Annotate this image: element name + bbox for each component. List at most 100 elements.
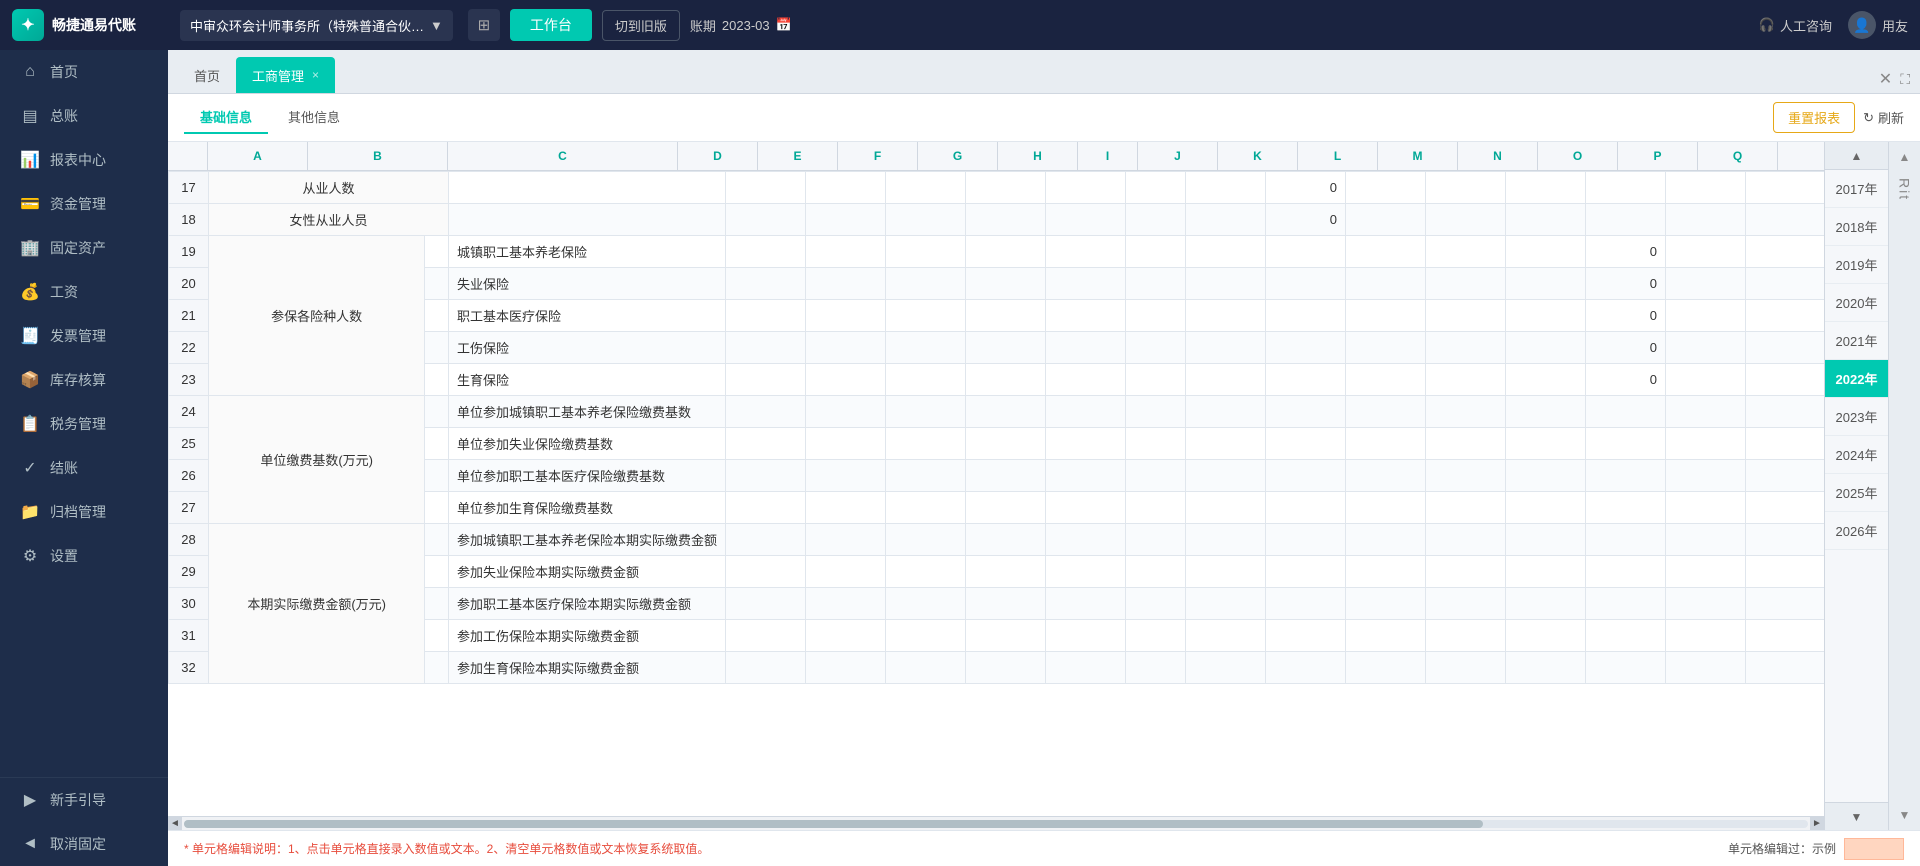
cell-29-l[interactable] [1346,556,1426,588]
cell-25-n[interactable] [1506,428,1586,460]
cell-23-i[interactable] [1126,364,1186,396]
cell-17-ab[interactable]: 从业人数 [209,172,449,204]
year-item-2026[interactable]: 2026年 [1825,512,1888,550]
cell-30-e[interactable] [806,588,886,620]
cell-23-o[interactable]: 0 [1586,364,1666,396]
cell-24-n[interactable] [1506,396,1586,428]
cell-25-p[interactable] [1666,428,1746,460]
cell-21-c[interactable]: 职工基本医疗保险 [449,300,726,332]
cell-26-m[interactable] [1426,460,1506,492]
cell-17-c[interactable] [449,172,726,204]
cell-21-l[interactable] [1346,300,1426,332]
cell-24-27-a[interactable]: 单位缴费基数(万元) [209,396,425,524]
cell-22-p[interactable] [1666,332,1746,364]
cell-23-p[interactable] [1666,364,1746,396]
sub-tab-other[interactable]: 其他信息 [272,101,356,134]
cell-22-n[interactable] [1506,332,1586,364]
cell-18-n[interactable] [1506,204,1586,236]
sidebar-item-close[interactable]: ✓ 结账 [0,446,168,490]
cell-29-h[interactable] [1046,556,1126,588]
cell-29-m[interactable] [1426,556,1506,588]
cell-19-g[interactable] [966,236,1046,268]
cell-26-g[interactable] [966,460,1046,492]
cell-18-p[interactable] [1666,204,1746,236]
cell-17-m[interactable] [1426,172,1506,204]
cell-29-c[interactable]: 参加失业保险本期实际缴费金额 [449,556,726,588]
cell-17-k[interactable]: 0 [1266,172,1346,204]
user-info[interactable]: 👤 用友 [1848,11,1908,39]
tab-close-icon[interactable]: × [312,68,319,82]
cell-20-k[interactable] [1266,268,1346,300]
cell-27-i[interactable] [1126,492,1186,524]
cell-25-i[interactable] [1126,428,1186,460]
cell-21-g[interactable] [966,300,1046,332]
cell-22-k[interactable] [1266,332,1346,364]
cell-32-h[interactable] [1046,652,1126,684]
cell-27-l[interactable] [1346,492,1426,524]
sub-tab-basic[interactable]: 基础信息 [184,101,268,134]
cell-28-n[interactable] [1506,524,1586,556]
scroll-right-btn[interactable]: ► [1810,817,1824,831]
cell-30-p[interactable] [1666,588,1746,620]
cell-23-k[interactable] [1266,364,1346,396]
cell-25-k[interactable] [1266,428,1346,460]
calendar-icon[interactable]: 📅 [776,17,792,33]
sidebar-item-ledger[interactable]: ▤ 总账 [0,94,168,138]
cell-26-h[interactable] [1046,460,1126,492]
cell-28-o[interactable] [1586,524,1666,556]
cell-30-k[interactable] [1266,588,1346,620]
sidebar-item-home[interactable]: ⌂ 首页 [0,50,168,94]
cell-30-j[interactable] [1186,588,1266,620]
cell-19-d[interactable] [726,236,806,268]
cell-23-h[interactable] [1046,364,1126,396]
service-button[interactable]: 🎧 人工咨询 [1759,16,1832,35]
cell-24-q[interactable] [1746,396,1824,428]
cell-27-n[interactable] [1506,492,1586,524]
cell-29-g[interactable] [966,556,1046,588]
cell-18-g[interactable] [966,204,1046,236]
tab-home[interactable]: 首页 [178,57,236,93]
cell-28-k[interactable] [1266,524,1346,556]
horizontal-scrollbar[interactable]: ◄ ► [168,816,1824,830]
cell-19-l[interactable] [1346,236,1426,268]
cell-19-f[interactable] [886,236,966,268]
collapse-up-icon[interactable]: ▲ [1899,150,1911,164]
cell-17-f[interactable] [886,172,966,204]
year-item-2025[interactable]: 2025年 [1825,474,1888,512]
cell-21-q[interactable] [1746,300,1824,332]
cell-23-d[interactable] [726,364,806,396]
cell-18-e[interactable] [806,204,886,236]
year-nav-up[interactable]: ▲ [1825,142,1888,170]
cell-28-g[interactable] [966,524,1046,556]
cell-32-d[interactable] [726,652,806,684]
cell-24-o[interactable] [1586,396,1666,428]
company-selector[interactable]: 中审众环会计师事务所（特殊普通合伙… ▼ [180,10,453,41]
cell-26-n[interactable] [1506,460,1586,492]
year-item-2018[interactable]: 2018年 [1825,208,1888,246]
cell-23-q[interactable] [1746,364,1824,396]
cell-31-l[interactable] [1346,620,1426,652]
cell-24-f[interactable] [886,396,966,428]
year-item-2020[interactable]: 2020年 [1825,284,1888,322]
cell-24-e[interactable] [806,396,886,428]
year-item-2019[interactable]: 2019年 [1825,246,1888,284]
cell-23-n[interactable] [1506,364,1586,396]
cell-29-i[interactable] [1126,556,1186,588]
cell-22-c[interactable]: 工伤保险 [449,332,726,364]
sidebar-item-salary[interactable]: 💰 工资 [0,270,168,314]
cell-25-g[interactable] [966,428,1046,460]
cell-18-c[interactable] [449,204,726,236]
cell-23-e[interactable] [806,364,886,396]
cell-17-p[interactable] [1666,172,1746,204]
cell-21-d[interactable] [726,300,806,332]
cell-20-c[interactable]: 失业保险 [449,268,726,300]
cell-31-o[interactable] [1586,620,1666,652]
cell-30-c[interactable]: 参加职工基本医疗保险本期实际缴费金额 [449,588,726,620]
cell-31-g[interactable] [966,620,1046,652]
cell-19-b[interactable] [425,236,449,268]
cell-30-m[interactable] [1426,588,1506,620]
cell-25-j[interactable] [1186,428,1266,460]
sidebar-item-finance[interactable]: 💳 资金管理 [0,182,168,226]
cell-25-h[interactable] [1046,428,1126,460]
cell-22-l[interactable] [1346,332,1426,364]
